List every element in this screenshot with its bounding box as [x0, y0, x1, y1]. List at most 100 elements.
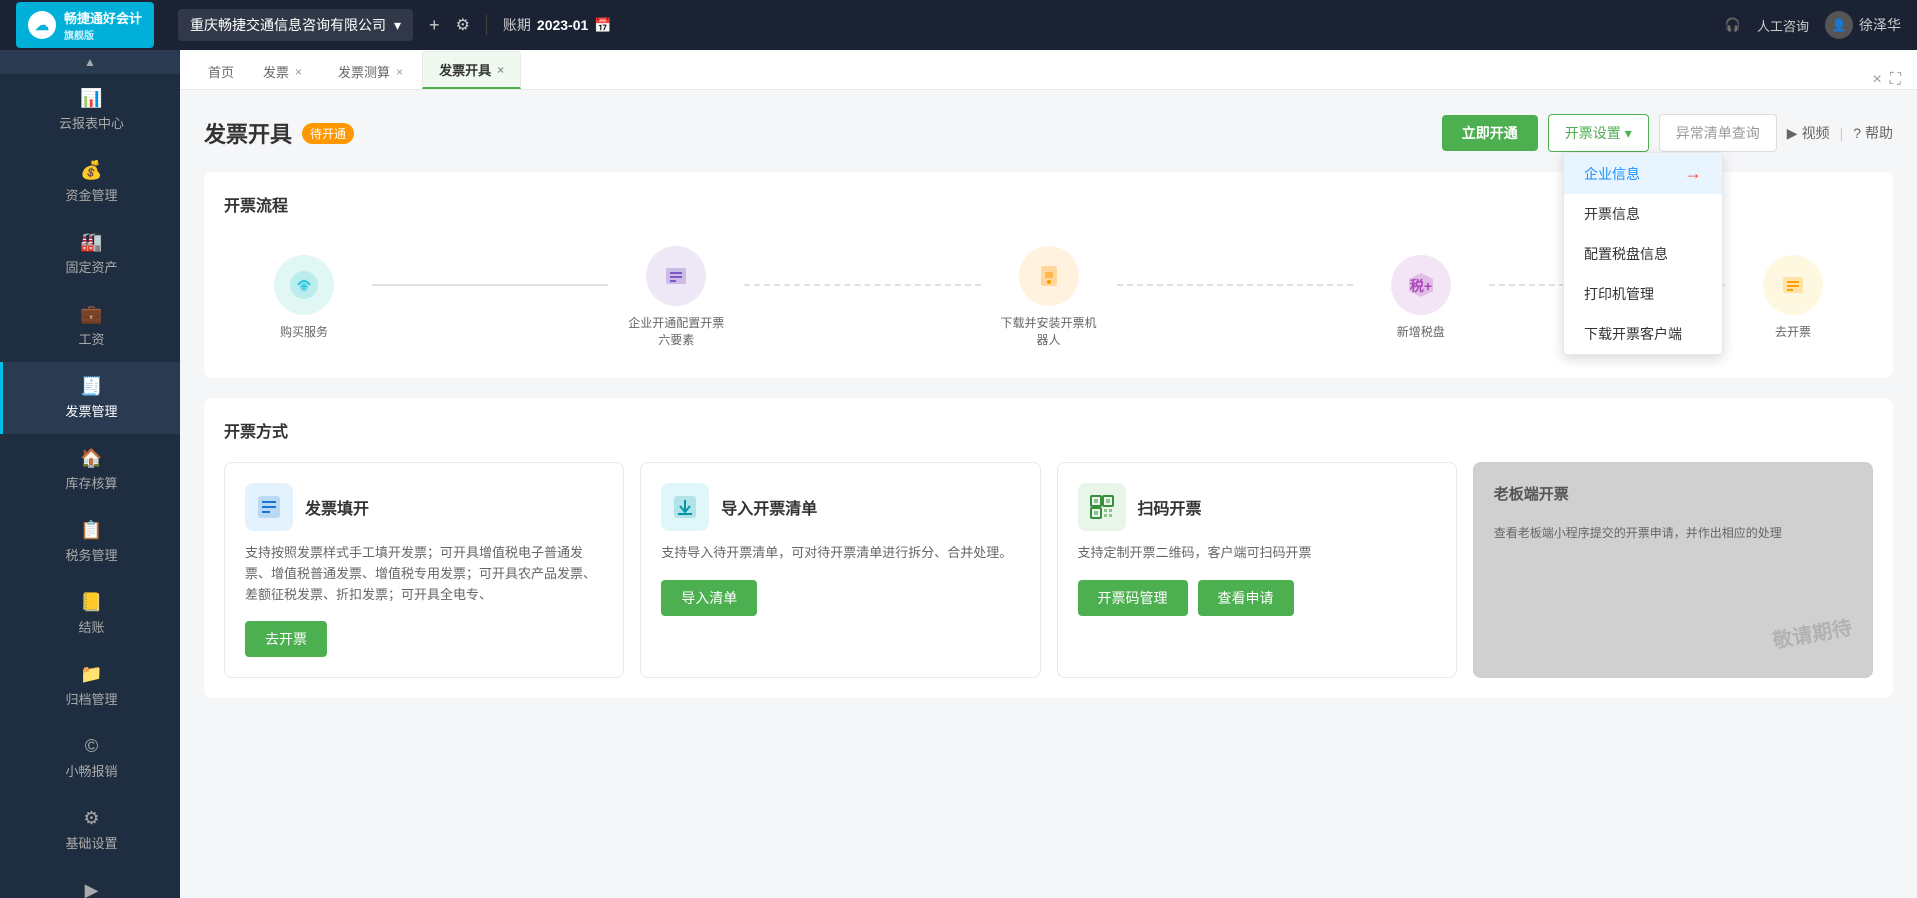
- cloud-report-icon: 📊: [80, 88, 102, 109]
- logo-icon: ☁: [28, 11, 56, 39]
- boss-desc: 查看老板端小程序提交的开票申请，并作出相应的处理: [1494, 524, 1852, 543]
- methods-title: 开票方式: [224, 418, 1873, 442]
- sidebar-item-jichushezhi[interactable]: ⚙ 基础设置: [0, 794, 180, 866]
- step-icon-5: [1763, 255, 1823, 315]
- help-button[interactable]: ? 帮助: [1853, 123, 1893, 143]
- dropdown-download-label: 下载开票客户端: [1584, 326, 1682, 342]
- step-icon-2: [646, 246, 706, 306]
- dropdown-item-invoice-info[interactable]: 开票信息: [1564, 194, 1722, 234]
- tab-fapiao[interactable]: 发票 ×: [246, 53, 319, 89]
- import-invoice-icon: [661, 483, 709, 531]
- add-icon[interactable]: +: [429, 15, 440, 36]
- page-content: 发票开具 待开通 立即开通 开票设置 ▾ 异常清单查询 ▶ 视频: [180, 90, 1917, 898]
- tab-close-cesuan[interactable]: ×: [396, 65, 403, 79]
- sidebar-item-xiaochang[interactable]: © 小畅报销: [0, 722, 180, 794]
- tab-home[interactable]: 首页: [196, 54, 246, 89]
- inventory-icon: 🏠: [80, 448, 102, 469]
- sidebar-item-fapiao[interactable]: 🧾 发票管理: [0, 362, 180, 434]
- import-button[interactable]: 导入清单: [661, 580, 757, 616]
- tab-fapiao-kaiju[interactable]: 发票开具 ×: [422, 51, 521, 89]
- period-label: 账期: [503, 15, 531, 35]
- period-info: 账期 2023-01 📅: [503, 15, 612, 35]
- activate-button[interactable]: 立即开通: [1442, 115, 1538, 151]
- tab-fapiao-cesuan[interactable]: 发票测算 ×: [321, 53, 420, 89]
- sidebar-label-shuiwu: 税务管理: [65, 545, 117, 564]
- status-badge: 待开通: [302, 123, 354, 144]
- settings-button[interactable]: 开票设置 ▾: [1548, 114, 1649, 152]
- sidebar-item-zijin[interactable]: 💰 资金管理: [0, 146, 180, 218]
- support-label[interactable]: 人工咨询: [1757, 16, 1809, 35]
- top-bar-left: ☁ 畅捷通好会计 旗舰版: [16, 2, 154, 48]
- sidebar-item-kucun[interactable]: 🏠 库存核算: [0, 434, 180, 506]
- period-value: 2023-01: [537, 17, 588, 33]
- expense-icon: ©: [85, 736, 98, 757]
- asset-icon: 🏭: [80, 232, 102, 253]
- svg-text:+: +: [300, 278, 308, 294]
- tab-close-fapiao[interactable]: ×: [295, 65, 302, 79]
- dropdown-item-printer[interactable]: 打印机管理: [1564, 274, 1722, 314]
- dropdown-item-company[interactable]: 企业信息 →: [1564, 153, 1722, 194]
- dropdown-item-download[interactable]: 下载开票客户端: [1564, 314, 1722, 354]
- fullscreen-icon[interactable]: ⛶: [1890, 71, 1901, 89]
- import-actions: 导入清单: [661, 580, 1019, 616]
- sidebar-item-guidang[interactable]: 📁 归档管理: [0, 650, 180, 722]
- view-apply-button[interactable]: 查看申请: [1198, 580, 1294, 616]
- dropdown-company-label: 企业信息: [1584, 164, 1640, 184]
- abnormal-button[interactable]: 异常清单查询: [1659, 114, 1777, 152]
- play-icon: ▶: [1787, 125, 1798, 142]
- step-icon-4: 税+: [1391, 255, 1451, 315]
- dropdown-arrow-right: →: [1684, 163, 1702, 184]
- settings-icon[interactable]: ⚙: [456, 15, 470, 35]
- sidebar-item-jiezhang[interactable]: 📒 结账: [0, 578, 180, 650]
- base-settings-icon: ⚙: [83, 808, 99, 829]
- sidebar-label-gudingzichan: 固定资产: [65, 257, 117, 276]
- dropdown-item-taxdisk[interactable]: 配置税盘信息: [1564, 234, 1722, 274]
- tab-close-kaiju[interactable]: ×: [497, 63, 504, 77]
- sidebar-scroll-up[interactable]: ▲: [0, 50, 180, 74]
- sidebar-label-kucun: 库存核算: [65, 473, 117, 492]
- sidebar-item-shuiwu[interactable]: 📋 税务管理: [0, 506, 180, 578]
- tab-label-kaiju: 发票开具: [439, 60, 491, 79]
- svg-text:税+: 税+: [1410, 278, 1432, 294]
- sidebar-item-gongzi[interactable]: 💼 工资: [0, 290, 180, 362]
- method-header-import: 导入开票清单: [661, 483, 1019, 531]
- dropdown-invoice-info-label: 开票信息: [1584, 206, 1640, 222]
- step-connector-2: [744, 284, 980, 286]
- chevron-down-icon: ▾: [394, 17, 401, 34]
- page-actions: 立即开通 开票设置 ▾ 异常清单查询 ▶ 视频 | ?: [1442, 114, 1893, 152]
- sidebar-item-xinshouyindao[interactable]: ▶ 新手引导: [0, 866, 180, 898]
- qrcode-manage-button[interactable]: 开票码管理: [1078, 580, 1188, 616]
- tabs-bar: 首页 发票 × 发票测算 × 发票开具 × × ⛶: [180, 50, 1917, 90]
- sidebar-item-gudingzichan[interactable]: 🏭 固定资产: [0, 218, 180, 290]
- divider: [486, 15, 487, 35]
- step-label-4: 新增税盘: [1397, 323, 1445, 340]
- account-icon: 📒: [80, 592, 102, 613]
- calendar-icon[interactable]: 📅: [594, 17, 611, 34]
- tab-label-cesuan: 发票测算: [338, 62, 390, 81]
- main-body: ▲ 📊 云报表中心 💰 资金管理 🏭 固定资产 💼 工资 🧾 发票管理: [0, 50, 1917, 898]
- method-card-import: 导入开票清单 支持导入待开票清单，可对待开票清单进行拆分、合并处理。 导入清单: [640, 462, 1040, 678]
- step-label-5: 去开票: [1775, 323, 1811, 340]
- company-selector[interactable]: 重庆畅捷交通信息咨询有限公司 ▾: [178, 9, 413, 41]
- fill-go-button[interactable]: 去开票: [245, 621, 327, 657]
- top-actions: 🎧 人工咨询: [1725, 16, 1809, 35]
- sidebar-item-yunbaobiao[interactable]: 📊 云报表中心: [0, 74, 180, 146]
- archive-icon: 📁: [80, 664, 102, 685]
- scan-invoice-icon: [1078, 483, 1126, 531]
- import-desc: 支持导入待开票清单，可对待开票清单进行拆分、合并处理。: [661, 543, 1019, 564]
- scan-title: 扫码开票: [1138, 495, 1202, 519]
- flow-step-5: 去开票: [1733, 255, 1853, 340]
- video-button[interactable]: ▶ 视频: [1787, 123, 1830, 143]
- fund-icon: 💰: [80, 160, 102, 181]
- import-title: 导入开票清单: [721, 495, 817, 519]
- guide-icon: ▶: [85, 880, 99, 898]
- step-label-2: 企业开通配置开票六要素: [626, 314, 726, 348]
- close-window-icon[interactable]: ×: [1872, 71, 1881, 89]
- fill-desc: 支持按照发票样式手工填开发票；可开具增值税电子普通发票、增值税普通发票、增值税专…: [245, 543, 603, 605]
- methods-grid: 发票填开 支持按照发票样式手工填开发票；可开具增值税电子普通发票、增值税普通发票…: [224, 462, 1873, 678]
- settings-label: 开票设置: [1565, 123, 1621, 143]
- flow-step-1: + 购买服务: [244, 255, 364, 340]
- user-area: 👤 徐泽华: [1825, 11, 1901, 39]
- tax-icon: 📋: [80, 520, 102, 541]
- sidebar-label-xiaochang: 小畅报销: [65, 761, 117, 780]
